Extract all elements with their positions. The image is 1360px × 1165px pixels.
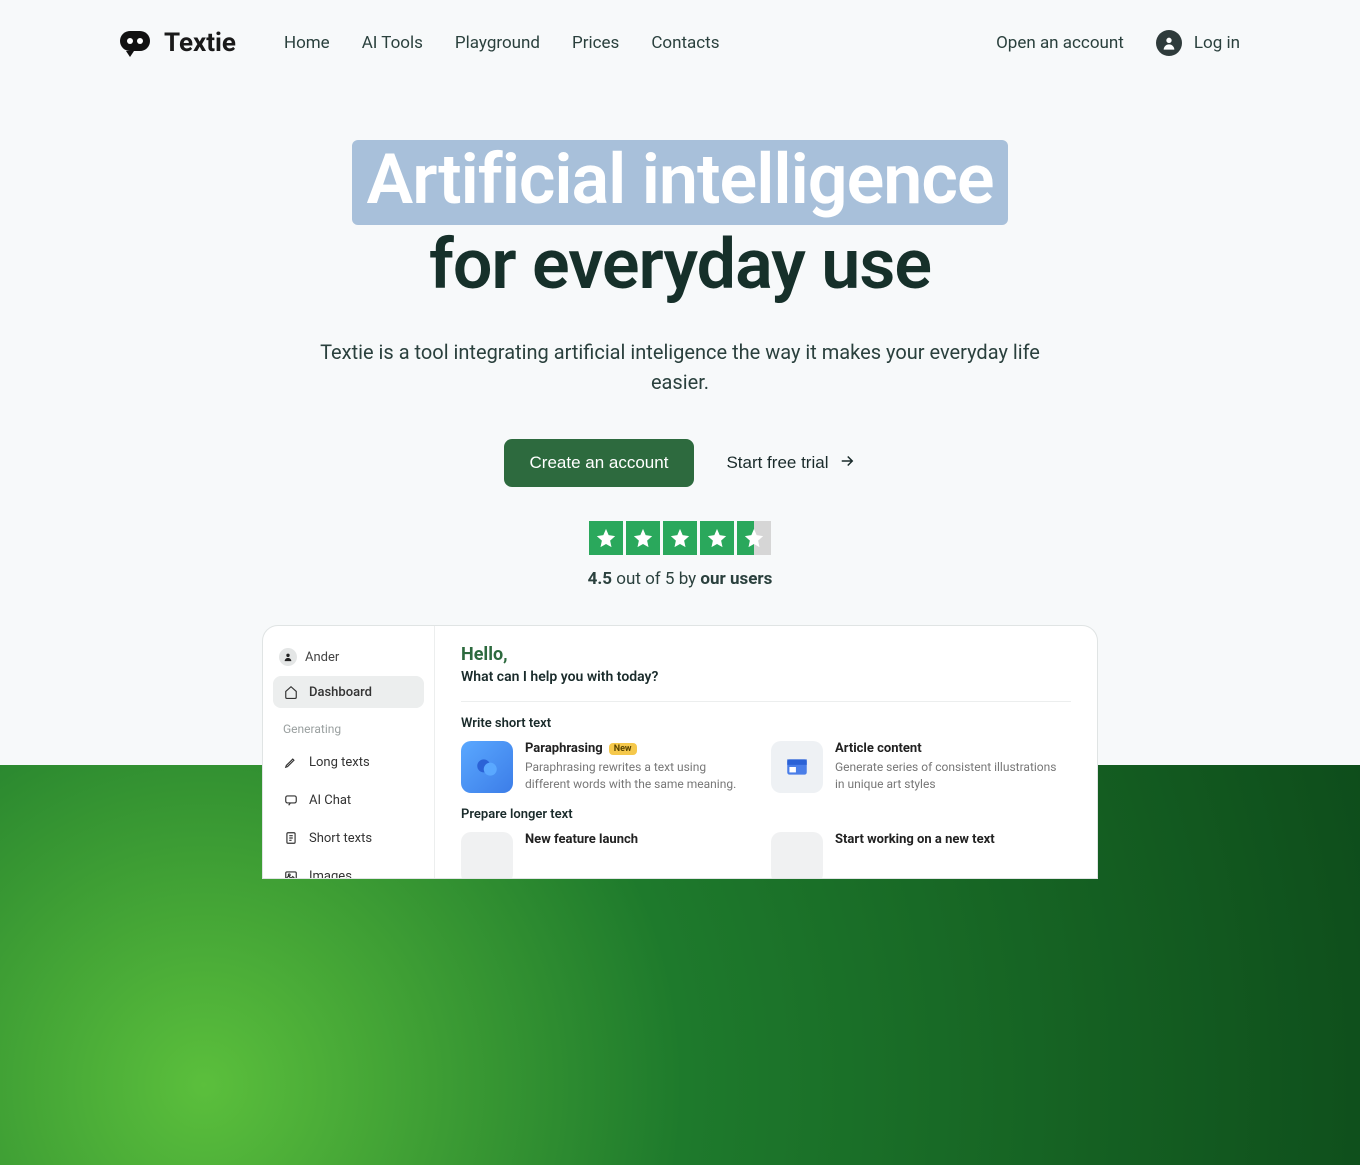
nav-prices[interactable]: Prices	[572, 33, 619, 53]
rating-block: 4.5 out of 5 by our users	[120, 521, 1240, 589]
nav-home[interactable]: Home	[284, 33, 330, 53]
app-card-feature[interactable]: New feature launch	[461, 832, 751, 879]
article-icon	[771, 741, 823, 793]
app-nav-label: Images	[309, 869, 352, 880]
star-icon	[700, 521, 734, 555]
app-sidebar: Ander Dashboard Generating Long texts AI…	[263, 626, 435, 878]
chat-icon	[283, 792, 299, 808]
card-title: New feature launch	[525, 832, 638, 847]
card-desc: Paraphrasing rewrites a text using diffe…	[525, 759, 751, 793]
feature-icon	[461, 832, 513, 879]
app-card-new-text[interactable]: Start working on a new text	[771, 832, 1061, 879]
app-sec-short: Write short text	[461, 716, 1071, 731]
rating-text: 4.5 out of 5 by our users	[588, 569, 773, 589]
app-user-name: Ander	[305, 650, 339, 665]
hero-title: Artificial intelligence for everyday use	[120, 140, 1240, 305]
rating-score: 4.5	[588, 569, 612, 589]
app-sec-long: Prepare longer text	[461, 807, 1071, 822]
app-nav-ai-chat[interactable]: AI Chat	[273, 784, 424, 816]
login-link[interactable]: Log in	[1156, 30, 1240, 56]
card-title: Paraphrasing	[525, 741, 603, 756]
arrow-right-icon	[838, 452, 856, 475]
logo-text: Textie	[164, 28, 236, 58]
start-trial-label: Start free trial	[726, 453, 828, 473]
main-nav: Home AI Tools Playground Prices Contacts	[284, 33, 720, 53]
nav-ai-tools[interactable]: AI Tools	[362, 33, 423, 53]
image-icon	[283, 868, 299, 879]
app-nav-dashboard[interactable]: Dashboard	[273, 676, 424, 708]
app-hello: Hello,	[461, 644, 1071, 665]
logo[interactable]: Textie	[120, 28, 236, 58]
app-nav-label: AI Chat	[309, 793, 351, 808]
star-icon	[626, 521, 660, 555]
star-icon	[589, 521, 623, 555]
open-account-link[interactable]: Open an account	[996, 33, 1124, 53]
user-avatar-icon	[279, 648, 297, 666]
star-icon	[663, 521, 697, 555]
paraphrase-icon	[461, 741, 513, 793]
stars	[589, 521, 771, 555]
card-title: Start working on a new text	[835, 832, 995, 847]
app-section-label: Generating	[273, 708, 424, 740]
app-nav-short-texts[interactable]: Short texts	[273, 822, 424, 854]
hero-highlight: Artificial intelligence	[352, 140, 1007, 225]
card-desc: Generate series of consistent illustrati…	[835, 759, 1061, 793]
app-nav-images[interactable]: Images	[273, 860, 424, 879]
start-trial-button[interactable]: Start free trial	[726, 452, 856, 475]
app-nav-long-texts[interactable]: Long texts	[273, 746, 424, 778]
new-text-icon	[771, 832, 823, 879]
star-icon	[737, 521, 771, 555]
rating-middle: out of 5 by	[612, 569, 700, 589]
app-card-paraphrasing[interactable]: Paraphrasing New Paraphrasing rewrites a …	[461, 741, 751, 793]
avatar-icon	[1156, 30, 1182, 56]
card-title: Article content	[835, 741, 922, 756]
logo-icon	[120, 29, 156, 57]
hero-rest: for everyday use	[429, 224, 931, 306]
app-nav-label: Short texts	[309, 831, 372, 846]
nav-playground[interactable]: Playground	[455, 33, 540, 53]
app-card-article[interactable]: Article content Generate series of consi…	[771, 741, 1061, 793]
pen-icon	[283, 754, 299, 770]
create-account-button[interactable]: Create an account	[504, 439, 695, 487]
app-nav-label: Long texts	[309, 755, 370, 770]
app-nav-label: Dashboard	[309, 685, 372, 700]
app-main: Hello, What can I help you with today? W…	[435, 626, 1097, 878]
new-badge: New	[609, 743, 637, 755]
home-icon	[283, 684, 299, 700]
divider	[461, 701, 1071, 702]
app-user: Ander	[273, 644, 424, 670]
app-question: What can I help you with today?	[461, 669, 1071, 685]
nav-contacts[interactable]: Contacts	[651, 33, 719, 53]
hero-subtitle: Textie is a tool integrating artificial …	[320, 337, 1040, 397]
rating-who: our users	[700, 569, 772, 589]
document-icon	[283, 830, 299, 846]
app-preview: Ander Dashboard Generating Long texts AI…	[262, 625, 1098, 879]
login-label: Log in	[1194, 33, 1240, 53]
